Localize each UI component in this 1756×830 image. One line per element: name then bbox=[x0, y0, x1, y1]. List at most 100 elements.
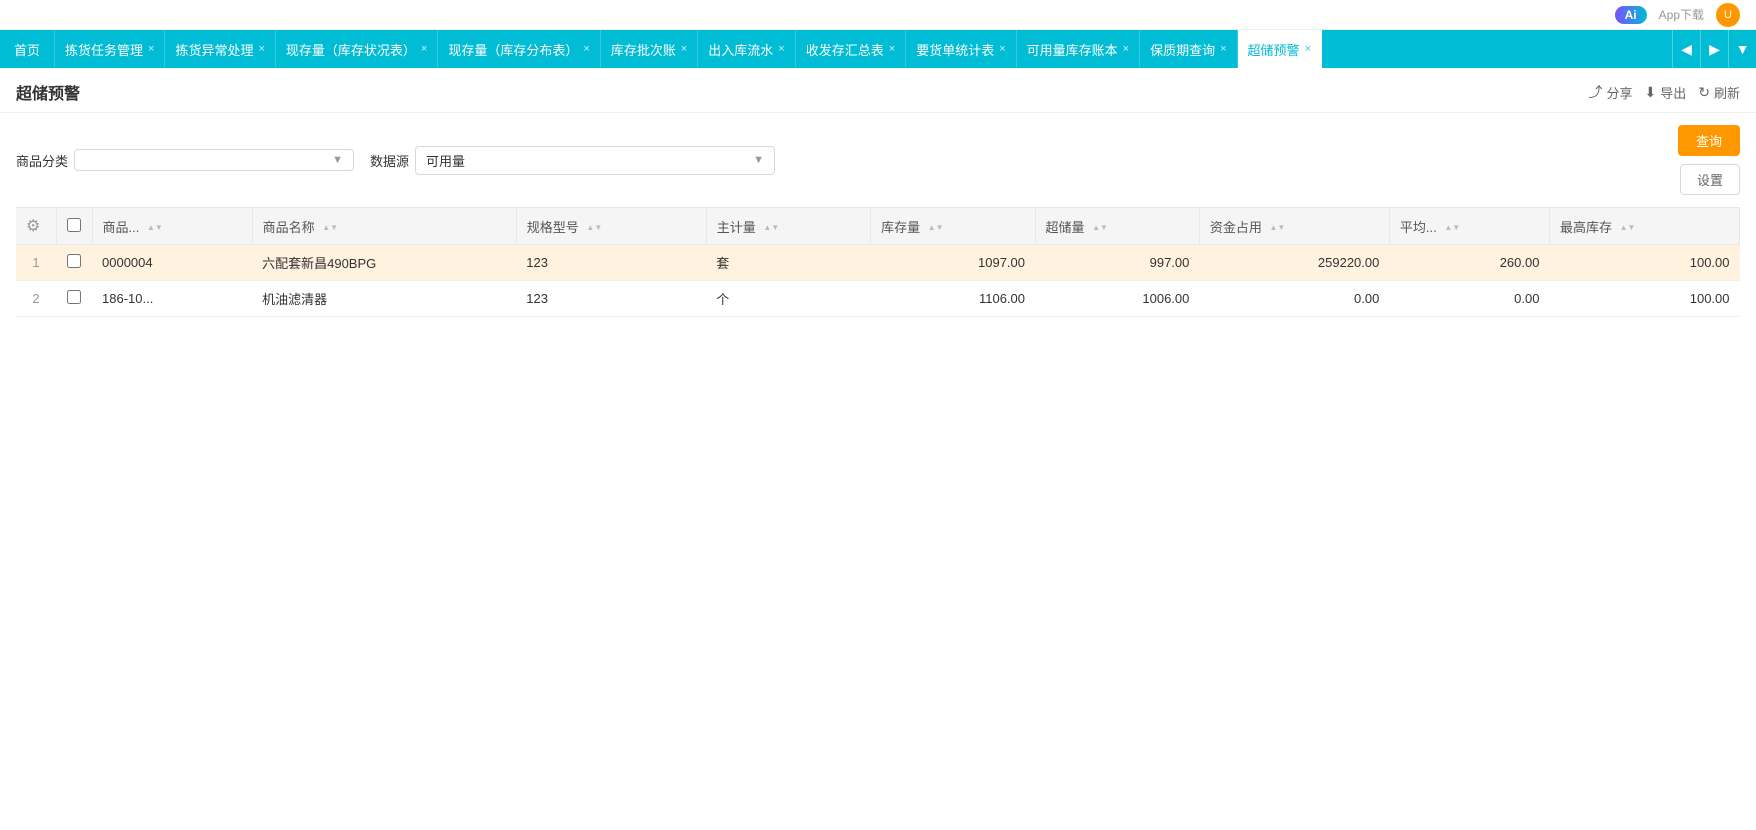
close-icon[interactable]: × bbox=[258, 43, 264, 55]
close-icon[interactable]: × bbox=[583, 43, 589, 55]
col-stock[interactable]: 库存量 ▲▼ bbox=[871, 208, 1035, 245]
nav-tab-yaohuodan[interactable]: 要货单统计表 × bbox=[906, 30, 1016, 68]
table-header-row: ⚙ 商品... ▲▼ 商品名称 ▲▼ 规格型号 ▲▼ bbox=[16, 208, 1740, 245]
nav-tab-xiancunliang-kuanzhuang[interactable]: 现存量（库存状况表） × bbox=[276, 30, 438, 68]
cell-unit: 套 bbox=[706, 245, 870, 281]
table-row: 1 0000004 六配套新昌490BPG 123 套 1097.00 997.… bbox=[16, 245, 1740, 281]
cell-stock: 1106.00 bbox=[871, 281, 1035, 317]
row-num: 1 bbox=[16, 245, 56, 281]
settings-button[interactable]: 设置 bbox=[1680, 164, 1740, 195]
nav-tab-shoufacun[interactable]: 收发存汇总表 × bbox=[796, 30, 906, 68]
sort-icon: ▲▼ bbox=[763, 224, 779, 232]
sort-icon: ▲▼ bbox=[322, 224, 338, 232]
query-button[interactable]: 查询 bbox=[1678, 125, 1740, 156]
nav-tab-xiancunliang-fenbiao[interactable]: 现存量（库存分布表） × bbox=[438, 30, 600, 68]
col-spec[interactable]: 规格型号 ▲▼ bbox=[516, 208, 706, 245]
sort-icon: ▲▼ bbox=[1620, 224, 1636, 232]
nav-home[interactable]: 首页 bbox=[0, 30, 55, 68]
category-filter-group: 商品分类 ▼ bbox=[16, 149, 354, 171]
close-icon[interactable]: × bbox=[889, 43, 895, 55]
cell-avg: 0.00 bbox=[1389, 281, 1549, 317]
ai-badge[interactable]: Ai bbox=[1615, 6, 1647, 24]
cell-stock: 1097.00 bbox=[871, 245, 1035, 281]
sort-icon: ▲▼ bbox=[928, 224, 944, 232]
row-checkbox-cell bbox=[56, 245, 92, 281]
row-checkbox-cell bbox=[56, 281, 92, 317]
close-icon[interactable]: × bbox=[148, 43, 154, 55]
close-icon[interactable]: × bbox=[778, 43, 784, 55]
cell-max-stock: 100.00 bbox=[1549, 281, 1739, 317]
close-icon[interactable]: × bbox=[1305, 43, 1311, 55]
cell-product-name: 六配套新昌490BPG bbox=[252, 245, 516, 281]
sort-icon: ▲▼ bbox=[1092, 224, 1108, 232]
nav-next-button[interactable]: ▶ bbox=[1700, 30, 1728, 68]
nav-tab-chaochuyujing[interactable]: 超储预警 × bbox=[1238, 30, 1322, 68]
datasource-label: 数据源 bbox=[370, 151, 409, 170]
cell-overstock: 997.00 bbox=[1035, 245, 1199, 281]
row-num: 2 bbox=[16, 281, 56, 317]
close-icon[interactable]: × bbox=[999, 43, 1005, 55]
nav-bar: 首页 拣货任务管理 × 拣货异常处理 × 现存量（库存状况表） × 现存量（库存… bbox=[0, 30, 1756, 68]
col-product-code[interactable]: 商品... ▲▼ bbox=[92, 208, 252, 245]
chevron-down-icon: ▼ bbox=[332, 154, 343, 166]
cell-spec: 123 bbox=[516, 245, 706, 281]
export-button[interactable]: ⬇ 导出 bbox=[1645, 83, 1687, 102]
avatar[interactable]: U bbox=[1716, 3, 1740, 27]
cell-max-stock: 100.00 bbox=[1549, 245, 1739, 281]
cell-unit: 个 bbox=[706, 281, 870, 317]
col-max-stock[interactable]: 最高库存 ▲▼ bbox=[1549, 208, 1739, 245]
nav-tab-pizhang[interactable]: 库存批次账 × bbox=[601, 30, 698, 68]
filter-bar: 商品分类 ▼ 数据源 可用量 ▼ 查询 设置 bbox=[0, 113, 1756, 207]
nav-tab-baozhi[interactable]: 保质期查询 × bbox=[1140, 30, 1237, 68]
datasource-filter-group: 数据源 可用量 ▼ bbox=[370, 146, 775, 175]
nav-menu-button[interactable]: ▼ bbox=[1728, 30, 1756, 68]
sort-icon: ▲▼ bbox=[1270, 224, 1286, 232]
sort-icon: ▲▼ bbox=[1444, 224, 1460, 232]
col-checkbox bbox=[56, 208, 92, 245]
close-icon[interactable]: × bbox=[681, 43, 687, 55]
table-row: 2 186-10... 机油滤清器 123 个 1106.00 1006.00 … bbox=[16, 281, 1740, 317]
gear-icon[interactable]: ⚙ bbox=[26, 218, 40, 235]
close-icon[interactable]: × bbox=[1123, 43, 1129, 55]
select-all-checkbox[interactable] bbox=[67, 218, 81, 232]
top-bar: Ai App下载 U bbox=[0, 0, 1756, 30]
filter-right-buttons: 查询 设置 bbox=[1678, 125, 1740, 195]
nav-tab-jianhuo-yichang[interactable]: 拣货异常处理 × bbox=[165, 30, 275, 68]
row-checkbox[interactable] bbox=[67, 254, 81, 268]
category-select[interactable]: ▼ bbox=[74, 149, 354, 171]
share-button[interactable]: ⤴ 分享 bbox=[1588, 82, 1632, 102]
cell-spec: 123 bbox=[516, 281, 706, 317]
cell-product-code: 0000004 bbox=[92, 245, 252, 281]
table-container: ⚙ 商品... ▲▼ 商品名称 ▲▼ 规格型号 ▲▼ bbox=[0, 207, 1756, 317]
nav-prev-button[interactable]: ◀ bbox=[1672, 30, 1700, 68]
close-icon[interactable]: × bbox=[421, 43, 427, 55]
sort-icon: ▲▼ bbox=[147, 224, 163, 232]
col-avg[interactable]: 平均... ▲▼ bbox=[1389, 208, 1549, 245]
table-body: 1 0000004 六配套新昌490BPG 123 套 1097.00 997.… bbox=[16, 245, 1740, 317]
cell-product-name: 机油滤清器 bbox=[252, 281, 516, 317]
page-header: 超储预警 ⤴ 分享 ⬇ 导出 ↻ 刷新 bbox=[0, 68, 1756, 113]
cell-capital: 259220.00 bbox=[1199, 245, 1389, 281]
datasource-select-value: 可用量 bbox=[426, 151, 465, 170]
category-label: 商品分类 bbox=[16, 151, 68, 170]
nav-tab-jianhuorenwuguanli[interactable]: 拣货任务管理 × bbox=[55, 30, 165, 68]
col-gear: ⚙ bbox=[16, 208, 56, 245]
share-icon: ⤴ bbox=[1588, 82, 1602, 102]
close-icon[interactable]: × bbox=[1220, 43, 1226, 55]
chevron-down-icon: ▼ bbox=[753, 154, 764, 166]
col-product-name[interactable]: 商品名称 ▲▼ bbox=[252, 208, 516, 245]
col-capital[interactable]: 资金占用 ▲▼ bbox=[1199, 208, 1389, 245]
refresh-button[interactable]: ↻ 刷新 bbox=[1698, 83, 1740, 102]
app-download-link[interactable]: App下载 bbox=[1659, 6, 1704, 23]
header-actions: ⤴ 分享 ⬇ 导出 ↻ 刷新 bbox=[1588, 82, 1740, 102]
nav-tab-keyongliang[interactable]: 可用量库存账本 × bbox=[1017, 30, 1140, 68]
row-checkbox[interactable] bbox=[67, 290, 81, 304]
data-table: ⚙ 商品... ▲▼ 商品名称 ▲▼ 规格型号 ▲▼ bbox=[16, 207, 1740, 317]
cell-capital: 0.00 bbox=[1199, 281, 1389, 317]
datasource-select[interactable]: 可用量 ▼ bbox=[415, 146, 775, 175]
col-overstock[interactable]: 超储量 ▲▼ bbox=[1035, 208, 1199, 245]
export-icon: ⬇ bbox=[1645, 84, 1657, 101]
col-unit[interactable]: 主计量 ▲▼ bbox=[706, 208, 870, 245]
nav-tab-churuku[interactable]: 出入库流水 × bbox=[698, 30, 795, 68]
cell-overstock: 1006.00 bbox=[1035, 281, 1199, 317]
